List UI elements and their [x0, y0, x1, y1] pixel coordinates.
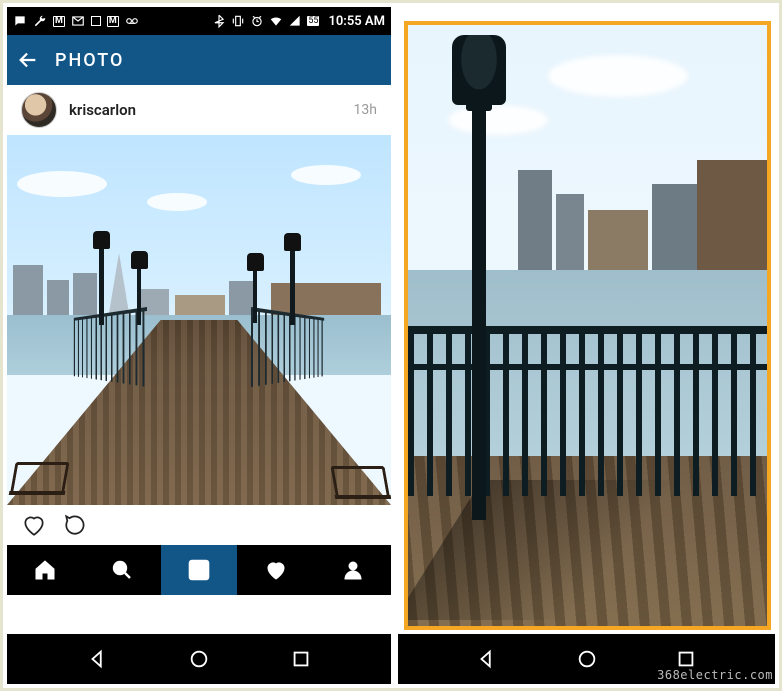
- wifi-icon: [269, 14, 283, 28]
- alarm-icon: [250, 14, 264, 28]
- tab-search[interactable]: [84, 545, 161, 595]
- battery-icon: 55: [307, 16, 319, 26]
- zoom-crop-frame: [404, 21, 771, 630]
- voicemail-icon: [125, 14, 139, 28]
- wrench-icon: [33, 14, 47, 28]
- cell-icon: [288, 14, 302, 28]
- nav-home-icon[interactable]: [576, 648, 598, 670]
- tab-home[interactable]: [7, 545, 84, 595]
- nav-recent-icon[interactable]: [675, 648, 697, 670]
- bluetooth-icon: [212, 14, 226, 28]
- gmail-icon: M: [107, 16, 119, 27]
- streetlamp: [472, 37, 486, 520]
- tab-profile[interactable]: [314, 545, 391, 595]
- nav-back-icon[interactable]: [476, 648, 498, 670]
- nav-recent-icon[interactable]: [290, 648, 312, 670]
- bottom-tab-bar: [7, 545, 391, 595]
- android-status-bar: M M 55 10:55 AM: [7, 7, 391, 35]
- image-icon: [91, 16, 101, 26]
- watermark: 368electric.com: [657, 668, 773, 682]
- like-icon[interactable]: [21, 512, 47, 538]
- android-nav-bar: [7, 634, 391, 684]
- post-actions: [7, 505, 391, 545]
- vibrate-icon: [231, 14, 245, 28]
- tab-activity[interactable]: [237, 545, 314, 595]
- nav-home-icon[interactable]: [188, 648, 210, 670]
- gmail-icon: M: [53, 16, 65, 27]
- status-clock: 10:55 AM: [328, 14, 385, 29]
- message-icon: [13, 14, 27, 28]
- comment-icon[interactable]: [63, 512, 89, 538]
- username[interactable]: kriscarlon: [69, 101, 136, 119]
- phone-screenshot-instagram: M M 55 10:55 AM PHOTO kri: [7, 7, 391, 684]
- mail-icon: [71, 14, 85, 28]
- page-title: PHOTO: [55, 50, 124, 71]
- post-age: 13h: [354, 102, 377, 118]
- post-photo[interactable]: [7, 135, 391, 505]
- phone-screenshot-zoom: [398, 7, 775, 684]
- nav-back-icon[interactable]: [87, 648, 109, 670]
- avatar[interactable]: [21, 92, 57, 128]
- back-icon[interactable]: [17, 49, 39, 71]
- tab-camera[interactable]: [161, 545, 238, 595]
- post-header: kriscarlon 13h: [7, 85, 391, 135]
- app-header: PHOTO: [7, 35, 391, 85]
